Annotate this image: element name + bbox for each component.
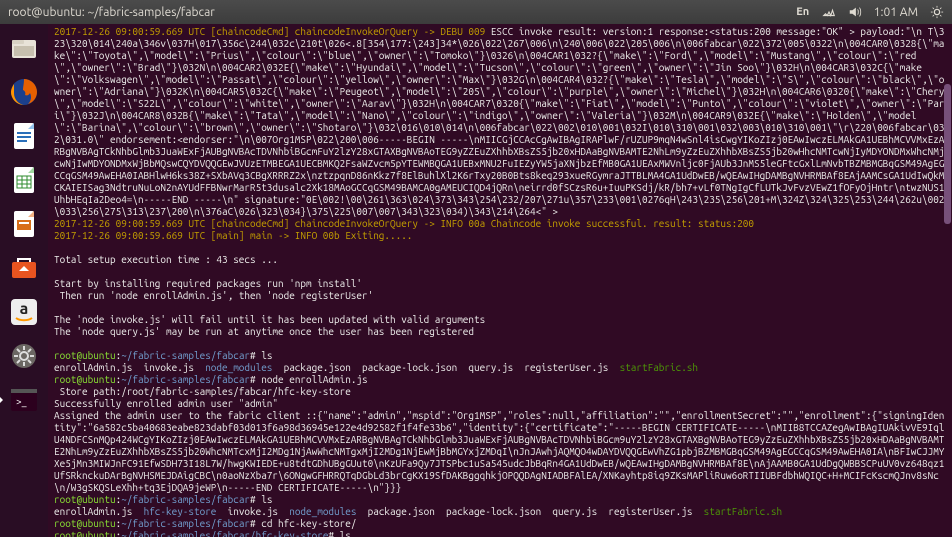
scrollbar[interactable] <box>944 84 951 224</box>
log-line: The 'node invoke.js' will fail until it … <box>54 314 948 326</box>
log-line: 2017-12-26 09:00:59.669 UTC [chaincodeCm… <box>54 26 485 37</box>
launcher-firefox[interactable] <box>4 72 44 112</box>
launcher: a >_ <box>0 24 48 537</box>
launcher-ubuntu-software[interactable] <box>4 248 44 288</box>
svg-text:>_: >_ <box>16 396 27 407</box>
log-line: The 'node query.js' may be run at anytim… <box>54 326 948 338</box>
gear-icon[interactable] <box>930 5 944 19</box>
log-line: 2017-12-26 09:00:59.669 UTC [chaincodeCm… <box>54 218 948 230</box>
launcher-libreoffice-writer[interactable] <box>4 116 44 156</box>
prompt-line: root@ubuntu:~/fabric-samples/fabcar# cd … <box>54 518 948 530</box>
prompt-line: root@ubuntu:~/fabric-samples/fabcar# nod… <box>54 374 948 386</box>
log-line: Start by installing required packages ru… <box>54 278 948 290</box>
log-line: Successfully enrolled admin user "admin" <box>54 398 948 410</box>
log-line: ESCC invoke result: version:1 response:<… <box>54 26 952 217</box>
ls-output: enrollAdmin.js invoke.js node_modules pa… <box>54 362 948 374</box>
network-icon[interactable] <box>822 5 836 19</box>
launcher-libreoffice-impress[interactable] <box>4 204 44 244</box>
log-line: Store path:/root/fabric-samples/fabcar/h… <box>54 386 948 398</box>
volume-icon[interactable] <box>848 5 862 19</box>
launcher-settings[interactable] <box>4 336 44 376</box>
menubar: root@ubuntu: ~/fabric-samples/fabcar En … <box>0 0 952 24</box>
launcher-files[interactable] <box>4 28 44 68</box>
ls-output: enrollAdmin.js hfc-key-store invoke.js n… <box>54 506 948 518</box>
launcher-libreoffice-calc[interactable] <box>4 160 44 200</box>
prompt-line: root@ubuntu:~/fabric-samples/fabcar# ls <box>54 494 948 506</box>
svg-text:a: a <box>20 300 29 318</box>
log-line: 2017-12-26 09:00:59.669 UTC [main] main … <box>54 230 948 242</box>
language-icon[interactable]: En <box>796 5 810 19</box>
log-line: Then run 'node enrollAdmin.js', then 'no… <box>54 290 948 302</box>
window-title: root@ubuntu: ~/fabric-samples/fabcar <box>8 6 215 19</box>
log-line: Assigned the admin user to the fabric cl… <box>54 410 948 494</box>
log-line: Total setup execution time : 43 secs ... <box>54 254 948 266</box>
clock[interactable]: 1:01 AM <box>874 6 918 19</box>
prompt-line: root@ubuntu:~/fabric-samples/fabcar# ls <box>54 350 948 362</box>
launcher-amazon[interactable]: a <box>4 292 44 332</box>
prompt-line: root@ubuntu:~/fabric-samples/fabcar/hfc-… <box>54 530 948 537</box>
launcher-terminal[interactable]: >_ <box>4 380 44 420</box>
status-indicators: En 1:01 AM <box>796 5 944 19</box>
terminal[interactable]: 2017-12-26 09:00:59.669 UTC [chaincodeCm… <box>48 24 952 537</box>
